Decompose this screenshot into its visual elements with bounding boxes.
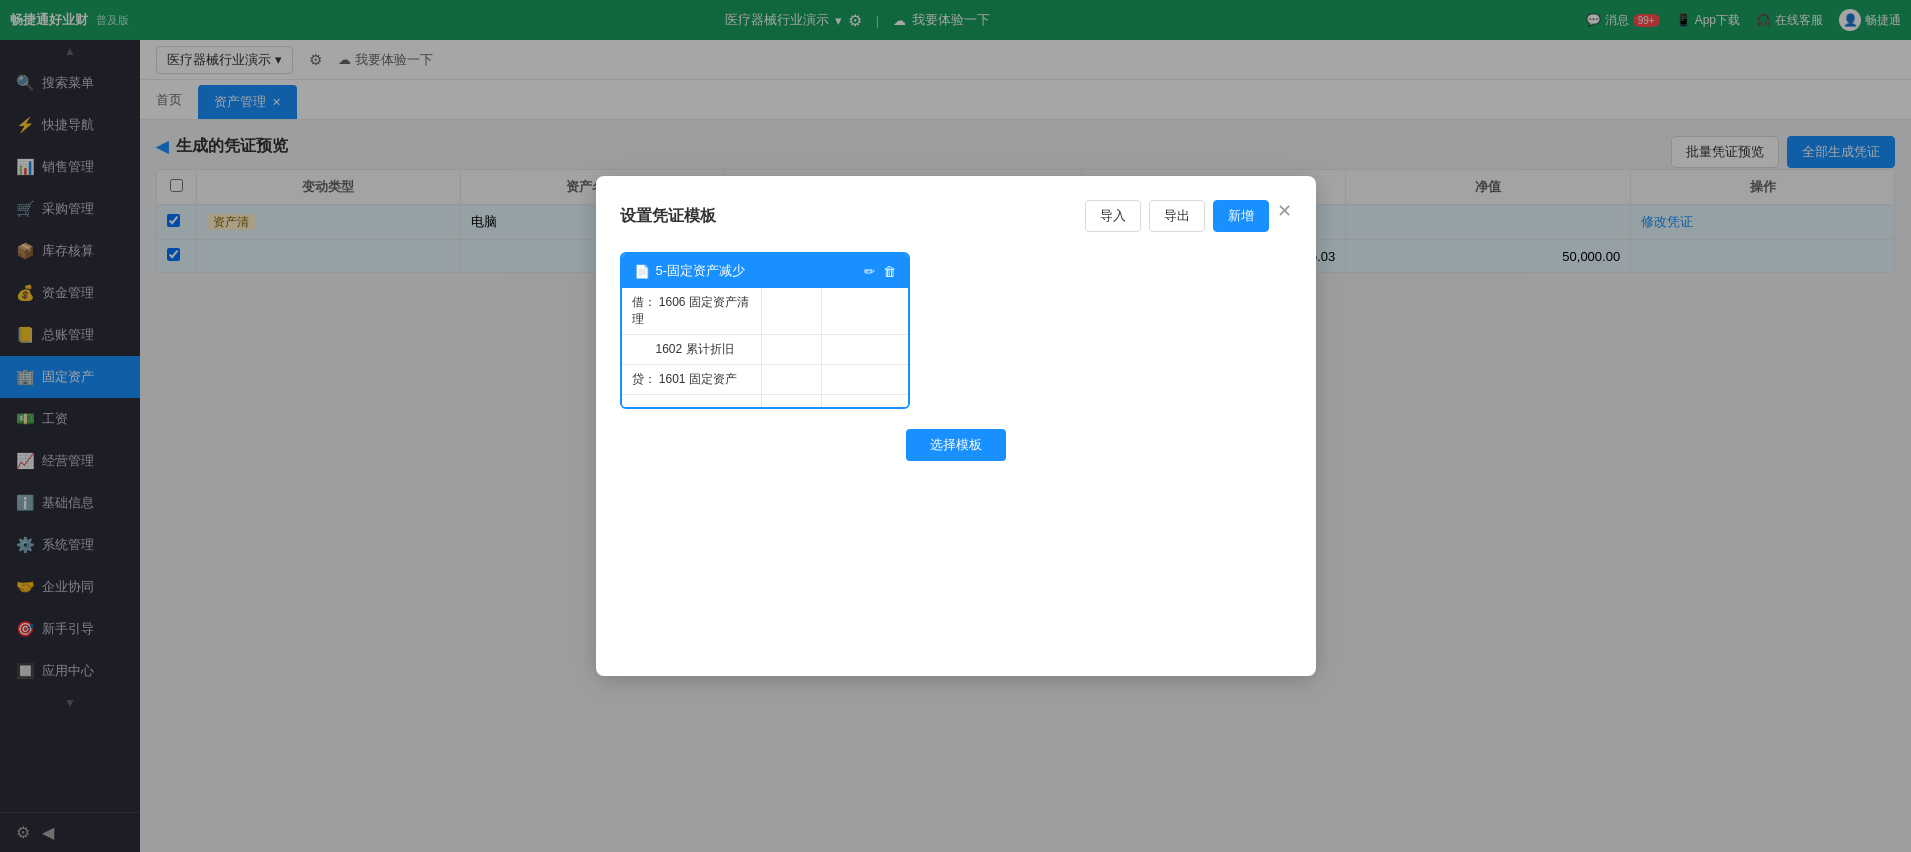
modal-header: 设置凭证模板 导入 导出 新增 ✕ (620, 200, 1292, 232)
template-entry-row-4 (622, 395, 908, 407)
import-button[interactable]: 导入 (1085, 200, 1141, 232)
entry3-name: 固定资产 (689, 372, 737, 386)
entry1-code: 1606 (659, 295, 686, 309)
entry3-type: 贷： (632, 372, 656, 386)
template-header-left: 📄 5-固定资产减少 (634, 262, 746, 280)
select-template-button[interactable]: 选择模板 (906, 429, 1006, 461)
entry3-label: 贷： 1601 固定资产 (622, 365, 762, 394)
edit-icon[interactable]: ✏ (864, 264, 875, 279)
delete-icon[interactable]: 🗑 (883, 264, 896, 279)
entry2-name: 累计折旧 (686, 342, 734, 356)
entry1-label: 借： 1606 固定资产清理 (622, 288, 762, 334)
template-entry-row-3: 贷： 1601 固定资产 (622, 365, 908, 395)
template-card-header: 📄 5-固定资产减少 ✏ 🗑 (622, 254, 908, 288)
modal-close-button[interactable]: ✕ (1277, 200, 1292, 232)
entry2-label: 1602 累计折旧 (622, 335, 762, 364)
entry4-debit (762, 395, 822, 407)
doc-icon: 📄 (634, 264, 650, 279)
template-card[interactable]: 📄 5-固定资产减少 ✏ 🗑 借： 1606 固定资产清理 (620, 252, 910, 409)
entry3-code: 1601 (659, 372, 686, 386)
entry1-debit (762, 288, 822, 334)
modal-title: 设置凭证模板 (620, 206, 716, 227)
template-entry-row-2: 1602 累计折旧 (622, 335, 908, 365)
template-card-body: 借： 1606 固定资产清理 1602 累计折旧 (622, 288, 908, 407)
entry4-credit (822, 395, 882, 407)
modal-header-actions: 导入 导出 新增 ✕ (1085, 200, 1292, 232)
template-card-icons: ✏ 🗑 (864, 264, 896, 279)
entry2-code: 1602 (656, 342, 683, 356)
new-button[interactable]: 新增 (1213, 200, 1269, 232)
template-entry-row-1: 借： 1606 固定资产清理 (622, 288, 908, 335)
entry4-label (622, 395, 762, 407)
template-name: 5-固定资产减少 (656, 262, 746, 280)
entry1-type: 借： (632, 295, 656, 309)
entry3-debit (762, 365, 822, 394)
voucher-template-modal: 设置凭证模板 导入 导出 新增 ✕ 📄 5-固定资产减少 ✏ 🗑 (596, 176, 1316, 676)
entry2-debit (762, 335, 822, 364)
entry2-credit (822, 335, 882, 364)
export-button[interactable]: 导出 (1149, 200, 1205, 232)
modal-overlay[interactable]: 设置凭证模板 导入 导出 新增 ✕ 📄 5-固定资产减少 ✏ 🗑 (0, 0, 1911, 852)
entry1-credit (822, 288, 882, 334)
entry3-credit (822, 365, 882, 394)
modal-body: 📄 5-固定资产减少 ✏ 🗑 借： 1606 固定资产清理 (620, 252, 1292, 652)
